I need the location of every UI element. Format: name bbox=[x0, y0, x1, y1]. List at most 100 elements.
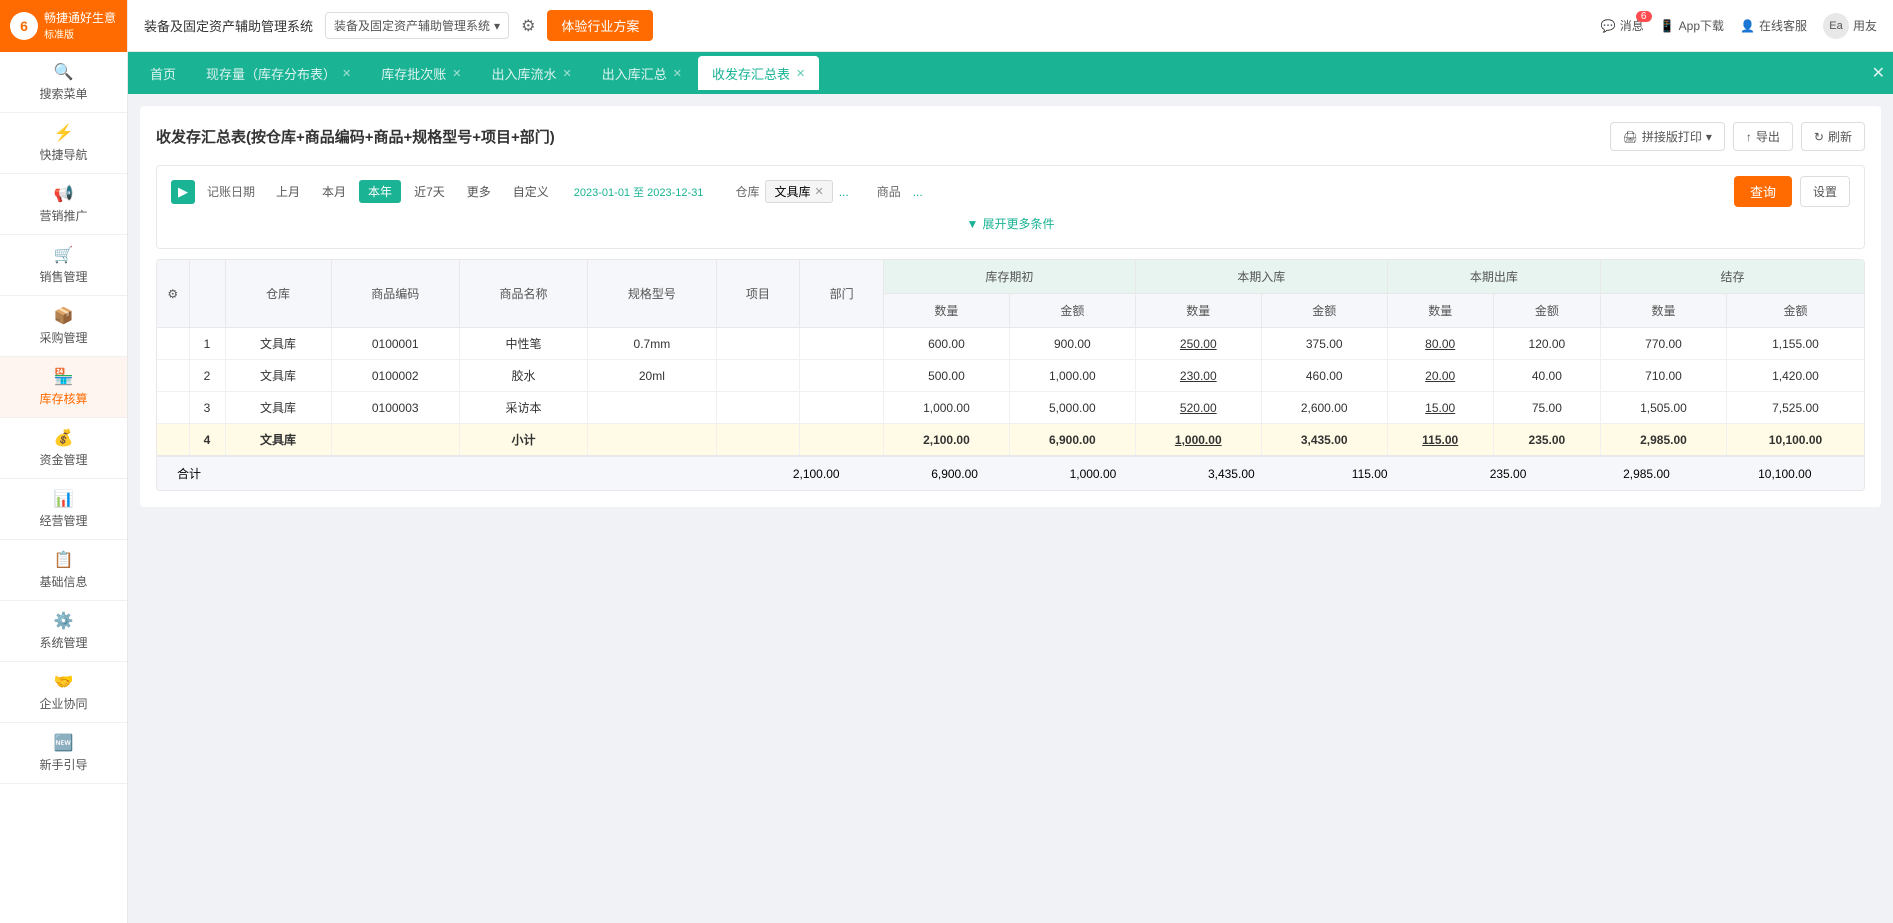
th-out: 本期出库 bbox=[1387, 260, 1600, 294]
tab-batch[interactable]: 库存批次账 ✕ bbox=[367, 56, 475, 90]
warehouse-filter: 仓库 文具库 ✕ ... bbox=[735, 180, 848, 203]
sidebar-item-business[interactable]: 📊经营管理 bbox=[0, 479, 127, 540]
tab-close-inventory[interactable]: ✕ bbox=[342, 67, 351, 80]
td-no: 3 bbox=[189, 392, 225, 424]
sidebar-item-basic[interactable]: 📋基础信息 bbox=[0, 540, 127, 601]
page-title-actions: 🖨 拼接版打印 ▾ ↑ 导出 ↻ 刷新 bbox=[1610, 122, 1865, 151]
td-dept bbox=[800, 424, 884, 456]
sidebar-item-sales[interactable]: 🛒销售管理 bbox=[0, 235, 127, 296]
online-service-btn[interactable]: 👤 在线客服 bbox=[1740, 17, 1807, 34]
date-btn-this-year[interactable]: 本年 bbox=[359, 180, 401, 203]
in-qty-link[interactable]: 250.00 bbox=[1180, 337, 1217, 351]
tab-close-inout-flow[interactable]: ✕ bbox=[563, 67, 572, 80]
tab-inventory[interactable]: 现存量（库存分布表） ✕ bbox=[192, 56, 365, 90]
inventory-icon: 🏪 bbox=[54, 367, 74, 387]
td-spec bbox=[588, 424, 716, 456]
out-qty-link[interactable]: 115.00 bbox=[1422, 433, 1458, 447]
sidebar-item-quick[interactable]: ⚡快捷导航 bbox=[0, 113, 127, 174]
column-settings-icon[interactable]: ⚙ bbox=[167, 287, 178, 301]
table-header-group: ⚙ 仓库 商品编码 商品名称 规格型号 项目 部门 库存期初 本期入库 本期出库 bbox=[157, 260, 1864, 294]
footer-in-qty: 1,000.00 bbox=[1024, 467, 1162, 481]
date-btn-this-month[interactable]: 本月 bbox=[313, 180, 355, 203]
th-in-qty: 数量 bbox=[1135, 294, 1261, 328]
sidebar-item-label: 基础信息 bbox=[39, 573, 87, 590]
system-dropdown[interactable]: 装备及固定资产辅助管理系统 ▾ bbox=[325, 12, 509, 39]
settings-button[interactable]: 设置 bbox=[1800, 176, 1850, 207]
query-button[interactable]: 查询 bbox=[1734, 176, 1792, 207]
warehouse-tag-close[interactable]: ✕ bbox=[814, 185, 823, 198]
tab-inout-summary[interactable]: 出入库汇总 ✕ bbox=[588, 56, 696, 90]
date-btn-7days[interactable]: 近7天 bbox=[405, 180, 454, 203]
date-range: 2023-01-01 至 2023-12-31 bbox=[574, 184, 704, 200]
finance-icon: 💰 bbox=[54, 428, 74, 448]
td-out-qty: 20.00 bbox=[1387, 360, 1493, 392]
sidebar-item-finance[interactable]: 💰资金管理 bbox=[0, 418, 127, 479]
td-warehouse: 文具库 bbox=[225, 328, 331, 360]
expand-more-conditions[interactable]: ▼ 展开更多条件 bbox=[967, 215, 1055, 232]
sidebar-item-marketing[interactable]: 📢营销推广 bbox=[0, 174, 127, 235]
close-all-tabs[interactable]: ✕ bbox=[1872, 63, 1885, 83]
out-qty-link[interactable]: 15.00 bbox=[1425, 401, 1455, 415]
in-qty-link[interactable]: 520.00 bbox=[1180, 401, 1217, 415]
th-settings[interactable]: ⚙ bbox=[157, 260, 189, 328]
app-name: 畅捷通好生意 bbox=[44, 11, 116, 27]
corp-icon: 🤝 bbox=[54, 672, 74, 692]
tab-close-recv-send[interactable]: ✕ bbox=[796, 67, 805, 80]
footer-out-amt: 235.00 bbox=[1439, 467, 1577, 481]
user-menu[interactable]: Ea 用友 bbox=[1823, 13, 1877, 39]
sidebar-item-guide[interactable]: 🆕新手引导 bbox=[0, 723, 127, 784]
tab-home[interactable]: 首页 bbox=[136, 56, 190, 90]
filter-toggle[interactable]: ▶ bbox=[171, 180, 195, 204]
page-title-row: 收发存汇总表(按仓库+商品编码+商品+规格型号+项目+部门) 🖨 拼接版打印 ▾… bbox=[156, 122, 1865, 151]
app-download-btn[interactable]: 📱 App下载 bbox=[1660, 17, 1724, 34]
table-row: 2 文具库 0100002 胶水 20ml 500.00 1,000.00 23… bbox=[157, 360, 1864, 392]
td-code: 0100002 bbox=[331, 360, 459, 392]
sidebar-item-corp[interactable]: 🤝企业协同 bbox=[0, 662, 127, 723]
in-qty-link[interactable]: 1,000.00 bbox=[1175, 433, 1222, 447]
print-button[interactable]: 🖨 拼接版打印 ▾ bbox=[1610, 122, 1725, 151]
purchase-icon: 📦 bbox=[54, 306, 74, 326]
td-closing-qty: 770.00 bbox=[1601, 328, 1727, 360]
sidebar-item-label: 营销推广 bbox=[39, 207, 87, 224]
td-code bbox=[331, 424, 459, 456]
sidebar-item-system[interactable]: ⚙️系统管理 bbox=[0, 601, 127, 662]
out-qty-link[interactable]: 20.00 bbox=[1425, 369, 1455, 383]
sidebar-item-label: 销售管理 bbox=[39, 268, 87, 285]
user-avatar: Ea bbox=[1823, 13, 1849, 39]
goods-more[interactable]: ... bbox=[913, 185, 923, 199]
td-dept bbox=[800, 360, 884, 392]
sidebar-item-purchase[interactable]: 📦采购管理 bbox=[0, 296, 127, 357]
table-row: 4 文具库 小计 2,100.00 6,900.00 1,000.00 3,43… bbox=[157, 424, 1864, 456]
table-footer: 合计 2,100.00 6,900.00 1,000.00 3,435.00 1… bbox=[157, 455, 1864, 490]
sidebar-item-inventory[interactable]: 🏪库存核算 bbox=[0, 357, 127, 418]
trial-button[interactable]: 体验行业方案 bbox=[547, 10, 653, 41]
date-btn-more[interactable]: 更多 bbox=[458, 180, 500, 203]
td-project bbox=[716, 424, 800, 456]
warehouse-label: 仓库 bbox=[735, 183, 759, 200]
business-icon: 📊 bbox=[54, 489, 74, 509]
td-opening-qty: 600.00 bbox=[883, 328, 1009, 360]
tab-recv-send[interactable]: 收发存汇总表 ✕ bbox=[698, 56, 819, 90]
tab-close-inout-summary[interactable]: ✕ bbox=[673, 67, 682, 80]
td-warehouse: 文具库 bbox=[225, 424, 331, 456]
td-name: 胶水 bbox=[459, 360, 587, 392]
export-button[interactable]: ↑ 导出 bbox=[1733, 122, 1793, 151]
tab-inout-flow[interactable]: 出入库流水 ✕ bbox=[477, 56, 585, 90]
sidebar-item-label: 系统管理 bbox=[39, 634, 87, 651]
sidebar-item-search[interactable]: 🔍搜索菜单 bbox=[0, 52, 127, 113]
settings-icon[interactable]: ⚙ bbox=[521, 16, 535, 36]
date-btn-custom[interactable]: 自定义 bbox=[504, 180, 558, 203]
tab-close-batch[interactable]: ✕ bbox=[452, 67, 461, 80]
footer-label: 合计 bbox=[177, 465, 201, 482]
refresh-button[interactable]: ↻ 刷新 bbox=[1801, 122, 1865, 151]
in-qty-link[interactable]: 230.00 bbox=[1180, 369, 1217, 383]
date-btn-last-month[interactable]: 上月 bbox=[267, 180, 309, 203]
td-no: 1 bbox=[189, 328, 225, 360]
messages-btn[interactable]: 💬 消息 6 bbox=[1601, 17, 1644, 34]
td-closing-qty: 2,985.00 bbox=[1601, 424, 1727, 456]
th-opening-amt: 金额 bbox=[1009, 294, 1135, 328]
topbar-right: 💬 消息 6 📱 App下载 👤 在线客服 Ea 用友 bbox=[1601, 13, 1877, 39]
warehouse-more[interactable]: ... bbox=[839, 185, 849, 199]
out-qty-link[interactable]: 80.00 bbox=[1425, 337, 1455, 351]
th-warehouse: 仓库 bbox=[225, 260, 331, 328]
